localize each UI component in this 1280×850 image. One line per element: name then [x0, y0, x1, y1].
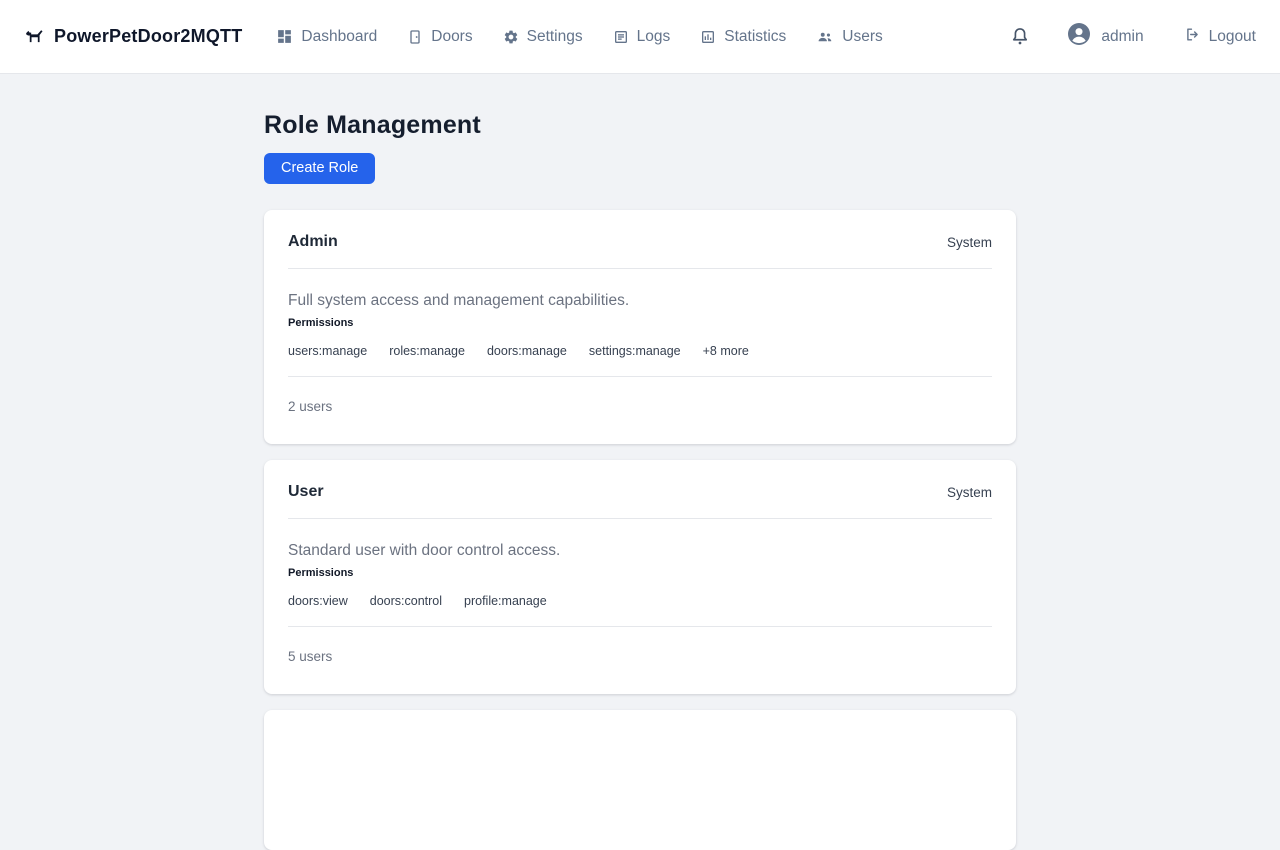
bell-icon[interactable]: [1009, 26, 1031, 48]
nav-label: Dashboard: [301, 27, 378, 45]
username: admin: [1101, 27, 1144, 45]
users-icon: [816, 28, 834, 46]
logs-icon: [613, 29, 629, 45]
nav-item-dashboard[interactable]: Dashboard: [276, 28, 377, 46]
create-role-button[interactable]: Create Role: [264, 153, 376, 184]
role-name: User: [288, 483, 324, 500]
nav-label: Statistics: [724, 27, 787, 45]
nav-item-logs[interactable]: Logs: [613, 27, 671, 46]
nav-label: Doors: [431, 27, 473, 45]
dashboard-icon: [276, 28, 293, 45]
statistics-icon: [700, 29, 716, 45]
permissions-label: Permissions: [288, 317, 354, 329]
logout-icon: [1184, 26, 1201, 48]
role-card-footer: 5 users: [264, 627, 1016, 694]
header-right: admin Logout: [1009, 22, 1256, 51]
role-card-body: Full system access and management capabi…: [264, 269, 1016, 376]
nav-label: Logs: [636, 27, 671, 45]
role-description: Standard user with door control access.: [288, 542, 561, 559]
logout-button[interactable]: Logout: [1184, 26, 1256, 48]
role-type-label: System: [946, 484, 992, 500]
role-card-partial: [264, 710, 1016, 850]
role-name: Admin: [288, 233, 338, 250]
nav-item-users[interactable]: Users: [816, 27, 883, 46]
nav-item-settings[interactable]: Settings: [503, 28, 583, 46]
permission-chip: roles:manage: [389, 344, 465, 358]
role-card-body: Standard user with door control access. …: [264, 519, 1016, 626]
permission-chip: settings:manage: [588, 344, 681, 358]
permission-chip: users:manage: [288, 344, 368, 358]
role-card-header: User System: [264, 460, 1016, 518]
nav-label: Users: [842, 27, 883, 45]
dog-icon: [24, 26, 45, 47]
role-description: Full system access and management capabi…: [288, 292, 630, 309]
app-header: PowerPetDoor2MQTT Dashboard Doors Settin…: [0, 0, 1280, 74]
role-management-page: Role Management Create Role Admin System…: [264, 74, 1016, 850]
role-card-admin: Admin System Full system access and mana…: [264, 210, 1016, 444]
gear-icon: [503, 29, 519, 45]
role-card-user: User System Standard user with door cont…: [264, 460, 1016, 694]
permission-chip: doors:view: [288, 594, 348, 608]
users-count: 5 users: [288, 649, 333, 664]
role-type-label: System: [946, 234, 992, 250]
page-title: Role Management: [264, 111, 481, 139]
avatar-icon: [1067, 22, 1091, 51]
nav-item-statistics[interactable]: Statistics: [700, 28, 786, 46]
permission-chip: doors:control: [369, 594, 443, 608]
main-nav: Dashboard Doors Settings Logs Statistics…: [276, 27, 883, 46]
role-card-header: Admin System: [264, 210, 1016, 268]
permission-chip: +8 more: [702, 344, 749, 358]
role-card-footer: 2 users: [264, 377, 1016, 444]
users-count: 2 users: [288, 399, 333, 414]
brand-name: PowerPetDoor2MQTT: [54, 26, 243, 46]
nav-item-doors[interactable]: Doors: [407, 27, 473, 46]
permission-chip: profile:manage: [464, 594, 547, 608]
brand: PowerPetDoor2MQTT: [24, 26, 242, 47]
nav-label: Settings: [526, 27, 583, 45]
permission-chip: doors:manage: [486, 344, 567, 358]
logout-label: Logout: [1208, 27, 1256, 45]
permissions-list: doors:view doors:control profile:manage: [288, 593, 992, 609]
permissions-list: users:manage roles:manage doors:manage sett…: [288, 343, 992, 359]
permissions-label: Permissions: [288, 567, 354, 579]
door-icon: [407, 29, 423, 45]
user-menu[interactable]: admin: [1067, 22, 1144, 51]
